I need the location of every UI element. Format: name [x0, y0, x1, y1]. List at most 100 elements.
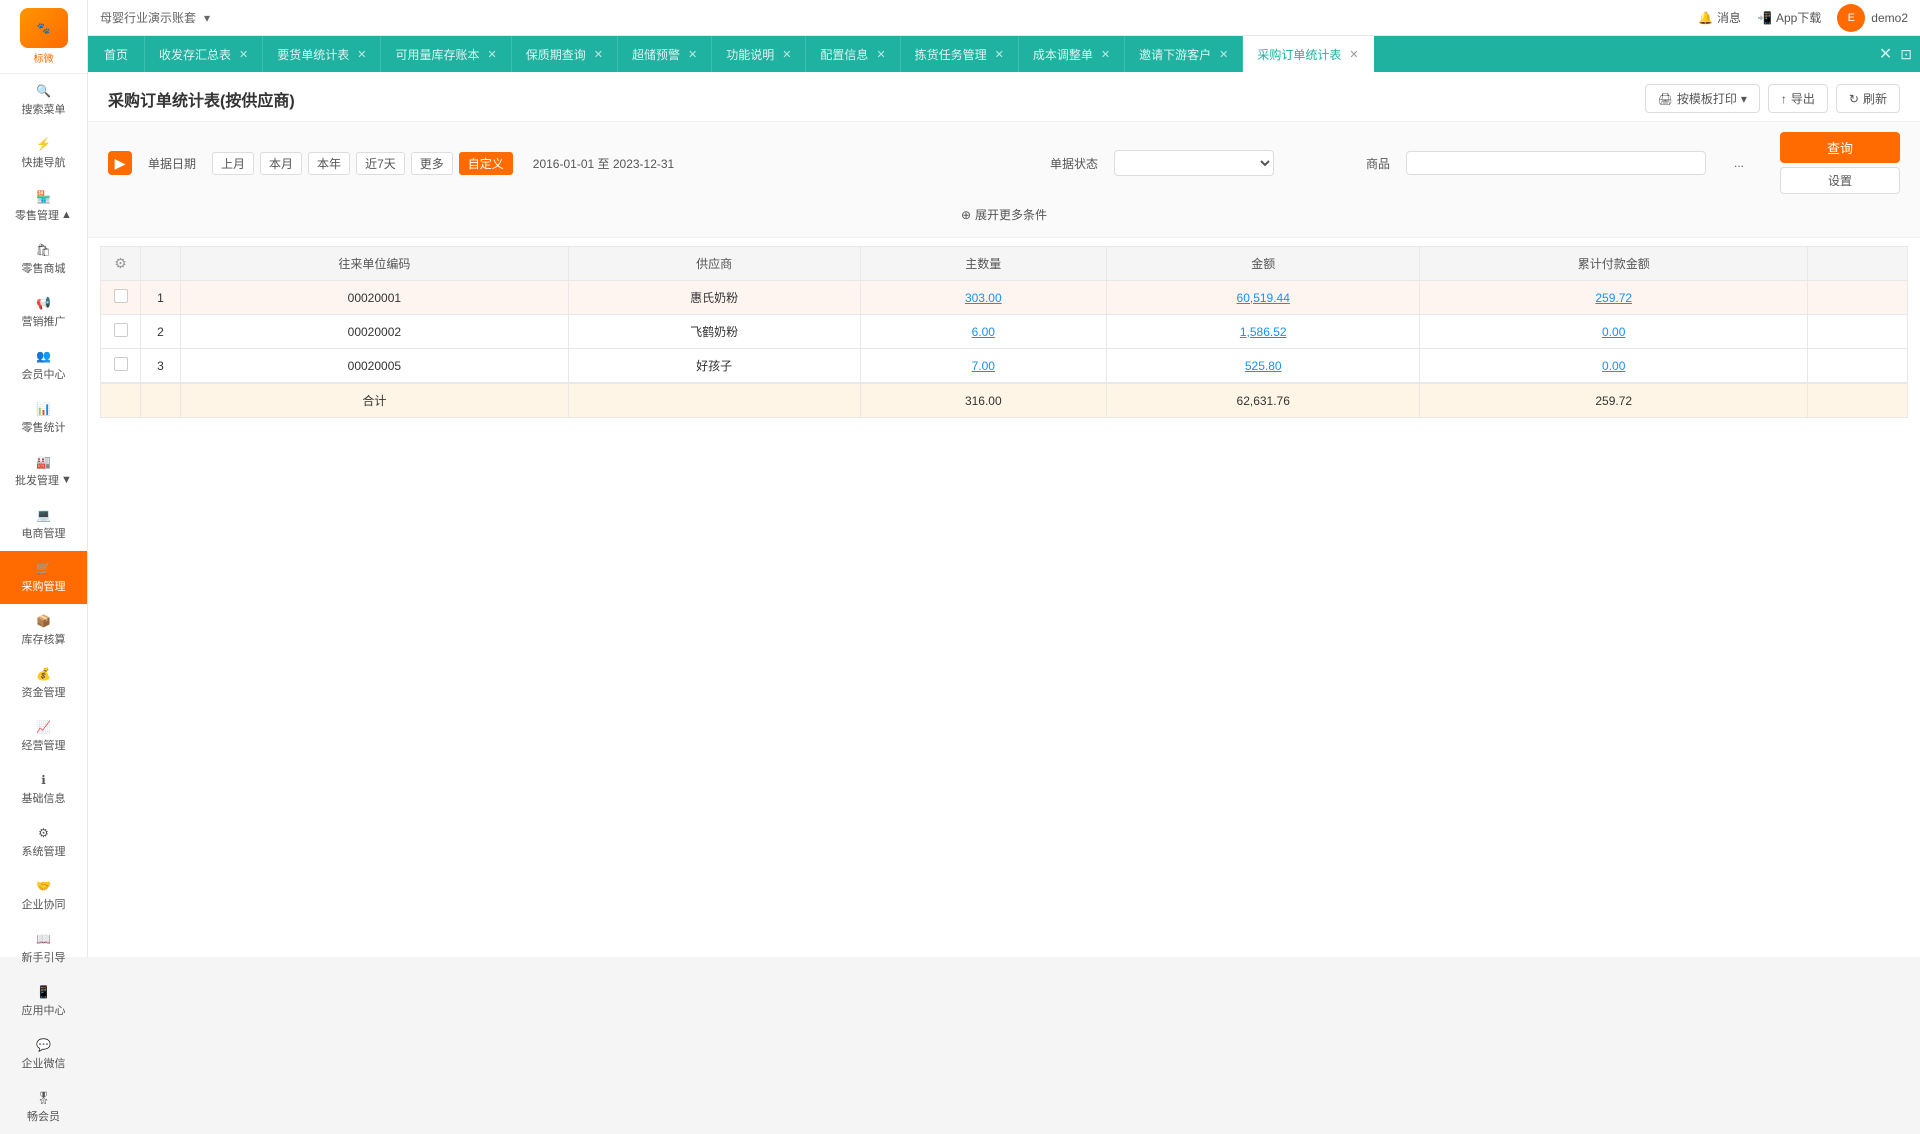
logo: 🐾 标微 — [0, 0, 87, 74]
filter-toggle[interactable]: ▶ — [108, 151, 132, 175]
sidebar-item-guide[interactable]: 📖 新手引导 — [0, 922, 87, 975]
tab-collect-close[interactable]: ✕ — [239, 48, 248, 61]
user-menu[interactable]: E demo2 — [1837, 4, 1908, 32]
sidebar-item-quicknav[interactable]: ⚡ 快捷导航 — [0, 127, 87, 180]
sidebar-item-member2[interactable]: 🎖 畅会员 — [0, 1081, 87, 1134]
home-label: 首页 — [104, 46, 128, 63]
tab-close-button[interactable]: ✕ — [1879, 44, 1892, 64]
cell-paid-1[interactable]: 259.72 — [1420, 281, 1808, 315]
print-button[interactable]: 🖨 按模板打印 ▾ — [1645, 84, 1760, 113]
status-select[interactable] — [1114, 150, 1274, 176]
sidebar-label-member: 会员中心 — [22, 366, 66, 382]
tab-config-close[interactable]: ✕ — [876, 48, 885, 61]
cell-checkbox-3[interactable] — [101, 349, 141, 384]
tab-function[interactable]: 功能说明 ✕ — [712, 36, 806, 72]
print-label: 按模板打印 — [1677, 90, 1737, 107]
column-settings-icon[interactable]: ⚙ — [114, 255, 127, 271]
sidebar-item-wholesale[interactable]: 🏭 批发管理 ▼ — [0, 445, 87, 498]
col-code-header: 往来单位编码 — [181, 247, 569, 281]
sidebar-item-wechat[interactable]: 💬 企业微信 — [0, 1028, 87, 1081]
sidebar-item-ops[interactable]: 📈 经营管理 — [0, 710, 87, 763]
cell-supplier-2: 飞鹤奶粉 — [568, 315, 860, 349]
footer-empty — [1808, 383, 1908, 418]
query-button[interactable]: 查询 — [1780, 132, 1900, 163]
sidebar-item-inventory[interactable]: 📦 库存核算 — [0, 604, 87, 657]
tab-expiry[interactable]: 保质期查询 ✕ — [512, 36, 618, 72]
sidebar-item-retail-stats[interactable]: 📊 零售统计 — [0, 392, 87, 445]
date-last-month[interactable]: 上月 — [212, 152, 254, 175]
sidebar-item-retail-manage[interactable]: 🏪 零售管理 ▲ — [0, 180, 87, 233]
tab-config[interactable]: 配置信息 ✕ — [806, 36, 900, 72]
tab-invite[interactable]: 邀请下游客户 ✕ — [1125, 36, 1243, 72]
col-num-header — [141, 247, 181, 281]
export-button[interactable]: ↑ 导出 — [1768, 84, 1828, 113]
cell-qty-1[interactable]: 303.00 — [860, 281, 1107, 315]
footer-qty: 316.00 — [860, 383, 1107, 418]
app-download-button[interactable]: 📲 App下载 — [1757, 9, 1821, 26]
sidebar-item-member[interactable]: 👥 会员中心 — [0, 339, 87, 392]
footer-checkbox — [101, 383, 141, 418]
guide-icon: 📖 — [36, 932, 51, 946]
tab-maximize-button[interactable]: ⊡ — [1900, 46, 1912, 63]
dropdown-arrow-icon[interactable]: ▾ — [204, 11, 210, 25]
sidebar-item-marketing[interactable]: 📢 营销推广 — [0, 286, 87, 339]
tab-collect-summary[interactable]: 收发存汇总表 ✕ — [145, 36, 263, 72]
date-this-year[interactable]: 本年 — [308, 152, 350, 175]
table-footer-row: 合计 316.00 62,631.76 259.72 — [101, 383, 1908, 418]
col-qty-header: 主数量 — [860, 247, 1107, 281]
cell-paid-3[interactable]: 0.00 — [1420, 349, 1808, 384]
cell-amount-2[interactable]: 1,586.52 — [1107, 315, 1420, 349]
tab-cost-adjust[interactable]: 成本调整单 ✕ — [1019, 36, 1125, 72]
sidebar-item-basic[interactable]: ℹ 基础信息 — [0, 763, 87, 816]
date-shortcuts: 上月 本月 本年 近7天 更多 自定义 — [212, 152, 513, 175]
tab-order-stats[interactable]: 要货单统计表 ✕ — [263, 36, 381, 72]
footer-amount: 62,631.76 — [1107, 383, 1420, 418]
cell-num-3: 3 — [141, 349, 181, 384]
inventory-icon: 📦 — [36, 614, 51, 628]
date-this-month[interactable]: 本月 — [260, 152, 302, 175]
sidebar-label-inventory: 库存核算 — [22, 631, 66, 647]
col-paid-header: 累计付款金额 — [1420, 247, 1808, 281]
cell-checkbox-1[interactable] — [101, 281, 141, 315]
tab-invite-close[interactable]: ✕ — [1219, 48, 1228, 61]
tab-pick-task[interactable]: 拣货任务管理 ✕ — [901, 36, 1019, 72]
date-last-7days[interactable]: 近7天 — [356, 152, 405, 175]
cell-qty-3[interactable]: 7.00 — [860, 349, 1107, 384]
tab-available-stock[interactable]: 可用量库存账本 ✕ — [381, 36, 511, 72]
date-more[interactable]: 更多 — [411, 152, 453, 175]
sidebar-item-search[interactable]: 🔍 搜索菜单 — [0, 74, 87, 127]
tab-order-close[interactable]: ✕ — [357, 48, 366, 61]
tab-function-close[interactable]: ✕ — [782, 48, 791, 61]
export-icon: ↑ — [1781, 92, 1787, 106]
date-custom[interactable]: 自定义 — [459, 152, 513, 175]
tab-purchase-close[interactable]: ✕ — [1349, 48, 1358, 61]
sidebar-item-ecommerce[interactable]: 💻 电商管理 — [0, 498, 87, 551]
more-filter-btn[interactable]: ... — [1722, 152, 1756, 174]
sidebar-item-retail-mall[interactable]: 🛍 零售商城 — [0, 233, 87, 286]
cell-amount-3[interactable]: 525.80 — [1107, 349, 1420, 384]
tab-pick-close[interactable]: ✕ — [995, 48, 1004, 61]
settings-button[interactable]: 设置 — [1780, 167, 1900, 194]
tab-cost-close[interactable]: ✕ — [1101, 48, 1110, 61]
goods-input[interactable] — [1406, 151, 1706, 175]
sidebar-item-purchase[interactable]: 🛒 采购管理 — [0, 551, 87, 604]
sidebar-label-wholesale: 批发管理 ▼ — [15, 472, 72, 488]
tab-stock-close[interactable]: ✕ — [488, 48, 497, 61]
cell-amount-1[interactable]: 60,519.44 — [1107, 281, 1420, 315]
cell-paid-2[interactable]: 0.00 — [1420, 315, 1808, 349]
message-button[interactable]: 🔔 消息 — [1698, 9, 1741, 26]
expand-button[interactable]: ⊕ 展开更多条件 — [961, 206, 1047, 223]
sidebar-item-system[interactable]: ⚙ 系统管理 — [0, 816, 87, 869]
sidebar-item-appstore[interactable]: 📱 应用中心 — [0, 975, 87, 1028]
tab-purchase-order-stats[interactable]: 采购订单统计表 ✕ — [1243, 36, 1373, 72]
tab-home[interactable]: 首页 — [88, 36, 145, 72]
tab-expiry-close[interactable]: ✕ — [594, 48, 603, 61]
cell-qty-2[interactable]: 6.00 — [860, 315, 1107, 349]
footer-label: 合计 — [181, 383, 569, 418]
refresh-button[interactable]: ↻ 刷新 — [1836, 84, 1900, 113]
sidebar-item-collab[interactable]: 🤝 企业协同 — [0, 869, 87, 922]
sidebar-item-finance[interactable]: 💰 资金管理 — [0, 657, 87, 710]
tab-overstock-close[interactable]: ✕ — [688, 48, 697, 61]
cell-checkbox-2[interactable] — [101, 315, 141, 349]
tab-overstock[interactable]: 超储预警 ✕ — [618, 36, 712, 72]
